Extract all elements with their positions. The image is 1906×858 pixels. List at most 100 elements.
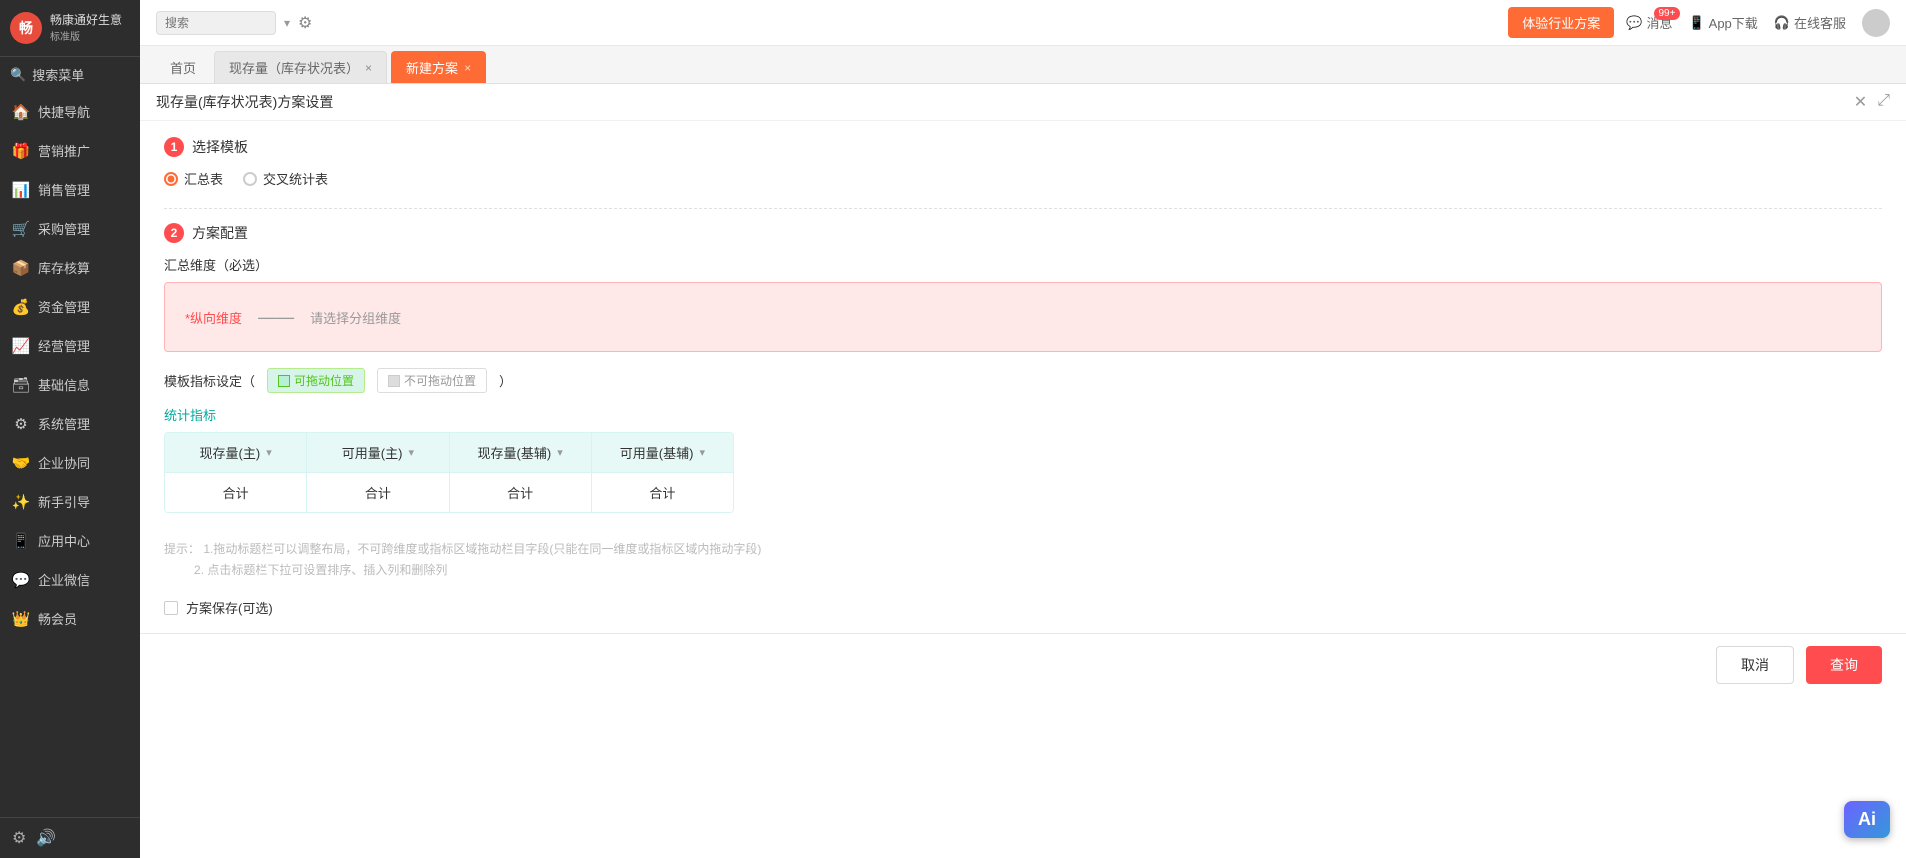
stats-col-header-available-aux[interactable]: 可用量(基辅)▾ bbox=[592, 433, 733, 472]
sidebar: 畅 畅康通好生意 标准版 🔍 搜索菜单 🏠快捷导航🎁营销推广📊销售管理🛒采购管理… bbox=[0, 0, 140, 858]
col-dropdown-current-aux[interactable]: ▾ bbox=[557, 446, 563, 459]
sidebar-item-operations[interactable]: 📈经营管理 bbox=[0, 326, 140, 365]
messages-button[interactable]: 💬 消息 99+ bbox=[1626, 13, 1672, 32]
content-header: 现存量(库存状况表)方案设置 ✕ ⤢ bbox=[140, 84, 1906, 121]
col-dropdown-available-aux[interactable]: ▾ bbox=[699, 446, 705, 459]
marketing-label: 营销推广 bbox=[38, 141, 90, 160]
query-button[interactable]: 查询 bbox=[1806, 646, 1882, 684]
radio-cross[interactable]: 交叉统计表 bbox=[243, 169, 328, 188]
indicator-settings: 模板指标设定（ 可拖动位置 不可拖动位置 ） bbox=[164, 368, 1882, 393]
sidebar-item-app-center[interactable]: 📱应用中心 bbox=[0, 521, 140, 560]
radio-summary[interactable]: 汇总表 bbox=[164, 169, 223, 188]
sound-icon[interactable]: 🔊 bbox=[36, 828, 56, 848]
section-plan-config: 2 方案配置 汇总维度（必选） *纵向维度 —— 请选择分组维度 模板指标设定（ bbox=[164, 223, 1882, 578]
expand-icon[interactable]: ⤢ bbox=[1877, 92, 1890, 112]
app-name: 畅康通好生意 bbox=[50, 13, 122, 29]
movable-indicator-box bbox=[278, 375, 290, 387]
tab-new-plan-close[interactable]: × bbox=[464, 61, 471, 75]
dimension-box[interactable]: *纵向维度 —— 请选择分组维度 bbox=[164, 282, 1882, 352]
indicator-unmovable-tag: 不可拖动位置 bbox=[377, 368, 487, 393]
stats-col-data-current-aux: 合计 bbox=[450, 473, 592, 512]
marketing-icon: 🎁 bbox=[12, 142, 30, 160]
sidebar-item-enterprise[interactable]: 🤝企业协同 bbox=[0, 443, 140, 482]
stats-col-header-current-aux[interactable]: 现存量(基辅)▾ bbox=[450, 433, 592, 472]
close-icon[interactable]: ✕ bbox=[1854, 92, 1867, 112]
sidebar-item-purchase[interactable]: 🛒采购管理 bbox=[0, 209, 140, 248]
search-menu-label: 搜索菜单 bbox=[32, 65, 84, 84]
cancel-button[interactable]: 取消 bbox=[1716, 646, 1794, 684]
dimension-arrow: —— bbox=[258, 307, 294, 328]
stats-section-label: 统计指标 bbox=[164, 405, 1882, 424]
sidebar-item-sales[interactable]: 📊销售管理 bbox=[0, 170, 140, 209]
basic-info-label: 基础信息 bbox=[38, 375, 90, 394]
finance-label: 资金管理 bbox=[38, 297, 90, 316]
search-menu[interactable]: 🔍 搜索菜单 bbox=[0, 57, 140, 92]
user-avatar bbox=[1862, 9, 1890, 37]
tab-inventory[interactable]: 现存量（库存状况表） × bbox=[214, 51, 387, 83]
header-icons: ✕ ⤢ bbox=[1854, 92, 1890, 112]
purchase-icon: 🛒 bbox=[12, 220, 30, 238]
topbar-settings-icon[interactable]: ⚙ bbox=[298, 13, 312, 33]
tab-inventory-label: 现存量（库存状况表） bbox=[229, 58, 359, 77]
sidebar-item-inventory[interactable]: 📦库存核算 bbox=[0, 248, 140, 287]
online-service-button[interactable]: 🎧 在线客服 bbox=[1774, 13, 1846, 32]
operations-label: 经营管理 bbox=[38, 336, 90, 355]
content-area: 现存量(库存状况表)方案设置 ✕ ⤢ 1 选择模板 汇总表 bbox=[140, 84, 1906, 858]
col-dropdown-available-main[interactable]: ▾ bbox=[408, 446, 414, 459]
sidebar-item-quick-nav[interactable]: 🏠快捷导航 bbox=[0, 92, 140, 131]
system-label: 系统管理 bbox=[38, 414, 90, 433]
sidebar-item-basic-info[interactable]: 🗃基础信息 bbox=[0, 365, 140, 404]
tab-home[interactable]: 首页 bbox=[156, 52, 210, 83]
trial-button[interactable]: 体验行业方案 bbox=[1508, 7, 1614, 38]
quick-nav-icon: 🏠 bbox=[12, 103, 30, 121]
save-checkbox[interactable] bbox=[164, 601, 178, 615]
app-center-label: 应用中心 bbox=[38, 531, 90, 550]
section2-number: 2 bbox=[164, 223, 184, 243]
topbar-dropdown-icon[interactable]: ▾ bbox=[284, 16, 290, 30]
tab-new-plan[interactable]: 新建方案 × bbox=[391, 51, 486, 83]
sidebar-item-system[interactable]: ⚙系统管理 bbox=[0, 404, 140, 443]
section2-header: 2 方案配置 bbox=[164, 223, 1882, 243]
settings-icon[interactable]: ⚙ bbox=[12, 828, 26, 848]
template-options: 汇总表 交叉统计表 bbox=[164, 169, 1882, 188]
sidebar-item-wechat[interactable]: 💬 企业微信 bbox=[0, 560, 140, 599]
dimension-label: 汇总维度（必选） bbox=[164, 255, 1882, 274]
sidebar-item-guide[interactable]: ✨新手引导 bbox=[0, 482, 140, 521]
topbar-search-input[interactable] bbox=[156, 11, 276, 35]
stats-col-header-current-main[interactable]: 现存量(主)▾ bbox=[165, 433, 307, 472]
section1-title: 选择模板 bbox=[192, 137, 248, 157]
logo-icon: 畅 bbox=[10, 12, 42, 44]
sales-label: 销售管理 bbox=[38, 180, 90, 199]
app-download-button[interactable]: 📱 App下载 bbox=[1688, 13, 1757, 32]
sidebar-item-finance[interactable]: 💰资金管理 bbox=[0, 287, 140, 326]
save-label: 方案保存(可选) bbox=[186, 598, 273, 617]
ai-badge[interactable]: Ai bbox=[1844, 801, 1890, 838]
radio-summary-label: 汇总表 bbox=[184, 169, 223, 188]
search-icon: 🔍 bbox=[10, 67, 26, 83]
inventory-icon: 📦 bbox=[12, 259, 30, 277]
topbar: ▾ ⚙ 体验行业方案 💬 消息 99+ 📱 App下载 🎧 在线客服 bbox=[140, 0, 1906, 46]
dimension-placeholder: 请选择分组维度 bbox=[310, 308, 401, 327]
radio-cross-circle bbox=[243, 172, 257, 186]
member-icon: 👑 bbox=[12, 610, 30, 628]
stats-header-row: 现存量(主)▾可用量(主)▾现存量(基辅)▾可用量(基辅)▾ bbox=[165, 433, 733, 473]
stats-col-data-current-main: 合计 bbox=[165, 473, 307, 512]
wechat-label: 企业微信 bbox=[38, 570, 90, 589]
message-badge: 99+ bbox=[1654, 7, 1681, 20]
indicator-settings-prefix: 模板指标设定（ bbox=[164, 371, 255, 390]
radio-summary-circle bbox=[164, 172, 178, 186]
guide-icon: ✨ bbox=[12, 493, 30, 511]
stats-col-header-available-main[interactable]: 可用量(主)▾ bbox=[307, 433, 449, 472]
footer-bar: 取消 查询 bbox=[140, 633, 1906, 696]
user-area[interactable] bbox=[1862, 9, 1890, 37]
sidebar-item-marketing[interactable]: 🎁 营销推广 bbox=[0, 131, 140, 170]
wechat-icon: 💬 bbox=[12, 571, 30, 589]
tab-inventory-close[interactable]: × bbox=[365, 61, 372, 75]
tab-new-plan-label: 新建方案 bbox=[406, 58, 458, 77]
stats-data-row: 合计合计合计合计 bbox=[165, 473, 733, 512]
sidebar-footer: ⚙ 🔊 bbox=[0, 817, 140, 858]
topbar-left: ▾ ⚙ bbox=[156, 11, 1496, 35]
section-template: 1 选择模板 汇总表 交叉统计表 bbox=[164, 137, 1882, 188]
col-dropdown-current-main[interactable]: ▾ bbox=[266, 446, 272, 459]
sidebar-item-member[interactable]: 👑畅会员 bbox=[0, 599, 140, 638]
